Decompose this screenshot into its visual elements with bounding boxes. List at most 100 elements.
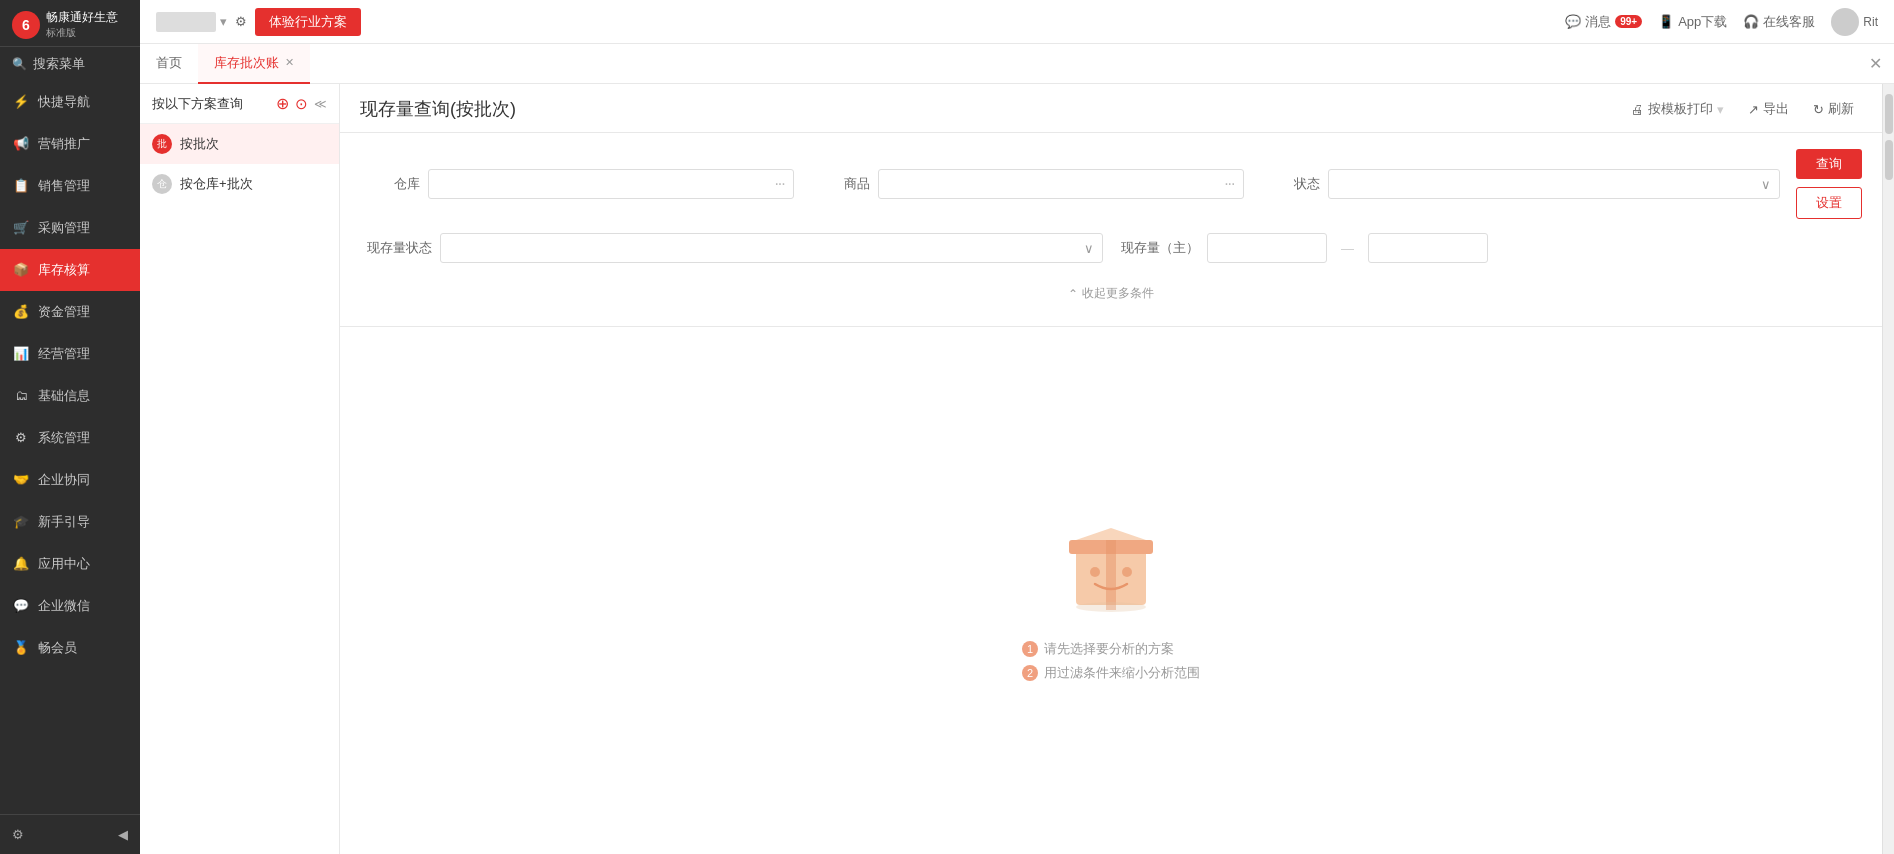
query-btn[interactable]: 查询 (1796, 149, 1862, 179)
member-icon: 🏅 (12, 639, 30, 657)
status-select[interactable]: ∨ (1328, 169, 1781, 199)
sidebar-search[interactable]: 🔍 搜索菜单 (0, 47, 140, 81)
export-icon: ↗ (1748, 102, 1759, 117)
app-download-label: App下载 (1678, 13, 1727, 31)
warehouse-field: 仓库 ··· (360, 169, 794, 199)
collapse-more-btn[interactable]: ⌃ 收起更多条件 (360, 277, 1862, 310)
sidebar-item-member[interactable]: 🏅 畅会员 (0, 627, 140, 669)
user-profile-btn[interactable]: Rit (1831, 8, 1878, 36)
sidebar-item-finance[interactable]: 💰 资金管理 (0, 291, 140, 333)
scheme-by-batch[interactable]: 批 按批次 (140, 124, 339, 164)
tab-inventory-batch[interactable]: 库存批次账 ✕ (198, 44, 310, 84)
finance-icon: 💰 (12, 303, 30, 321)
filter-row-2: 现存量状态 ∨ 现存量（主） — (360, 233, 1862, 263)
main-area: 现存量查询(按批次) 🖨 按模板打印 ▾ ↗ 导出 ↻ (340, 84, 1882, 854)
inventory-qty-field: 现存量（主） — (1119, 233, 1862, 263)
display-settings-btn[interactable]: 设置 (1796, 187, 1862, 219)
app-title-block: 畅康通好生意 标准版 (46, 10, 118, 40)
sidebar-item-label: 基础信息 (38, 387, 90, 405)
sidebar-item-guide[interactable]: 🎓 新手引导 (0, 501, 140, 543)
print-dropdown-icon: ▾ (1717, 102, 1724, 117)
settings-icon[interactable]: ⚙ (12, 827, 24, 842)
sidebar-item-operation[interactable]: 📊 经营管理 (0, 333, 140, 375)
filter-panel-header: 按以下方案查询 ⊕ ⊙ ≪ (140, 84, 339, 124)
sidebar-item-inventory[interactable]: 📦 库存核算 (0, 249, 140, 291)
experience-btn[interactable]: 体验行业方案 (255, 8, 361, 36)
purchase-icon: 🛒 (12, 219, 30, 237)
sidebar: 6 畅康通好生意 标准版 🔍 搜索菜单 ⚡ 快捷导航 📢 营销推广 📋 销售管理 (0, 0, 140, 854)
status-arrow-icon: ∨ (1761, 177, 1771, 192)
phone-icon: 📱 (1658, 14, 1674, 29)
message-label: 消息 (1585, 13, 1611, 31)
status-field: 状态 ∨ (1260, 169, 1781, 199)
topbar-left: ▾ ⚙ 体验行业方案 (156, 8, 361, 36)
sidebar-item-enterprise[interactable]: 🤝 企业协同 (0, 459, 140, 501)
hint1-text: 请先选择要分析的方案 (1044, 640, 1174, 658)
app-download-btn[interactable]: 📱 App下载 (1658, 13, 1727, 31)
inventory-icon: 📦 (12, 261, 30, 279)
export-btn[interactable]: ↗ 导出 (1740, 96, 1797, 122)
topbar-nav-dropdown[interactable]: ▾ (156, 12, 227, 32)
product-input[interactable]: ··· (878, 169, 1244, 199)
sidebar-item-marketing[interactable]: 📢 营销推广 (0, 123, 140, 165)
inventory-status-label: 现存量状态 (360, 239, 432, 257)
collapse-panel-icon[interactable]: ≪ (314, 97, 327, 111)
search-icon: 🔍 (12, 57, 27, 71)
print-btn[interactable]: 🖨 按模板打印 ▾ (1623, 96, 1732, 122)
right-scrollbar[interactable] (1882, 84, 1894, 854)
scheme-settings-icon[interactable]: ⊙ (295, 95, 308, 113)
customer-service-btn[interactable]: 🎧 在线客服 (1743, 13, 1815, 31)
tab-panel-close-icon[interactable]: ✕ (1869, 54, 1882, 73)
collapse-sidebar-icon[interactable]: ◀ (118, 827, 128, 842)
scheme-by-warehouse-batch[interactable]: 仓 按仓库+批次 (140, 164, 339, 204)
add-scheme-btn[interactable]: ⊕ (276, 94, 289, 113)
warehouse-dots: ··· (774, 176, 784, 192)
empty-state: 1 请先选择要分析的方案 2 用过滤条件来缩小分析范围 (340, 327, 1882, 854)
sidebar-item-label: 系统管理 (38, 429, 90, 447)
inventory-status-select[interactable]: ∨ (440, 233, 1103, 263)
tab-home[interactable]: 首页 (140, 44, 198, 84)
app-logo: 6 (12, 11, 40, 39)
hint1-num: 1 (1022, 641, 1038, 657)
refresh-icon: ↻ (1813, 102, 1824, 117)
sidebar-item-wechat[interactable]: 💬 企业微信 (0, 585, 140, 627)
sidebar-header: 6 畅康通好生意 标准版 (0, 0, 140, 47)
sidebar-item-app-center[interactable]: 🔔 应用中心 (0, 543, 140, 585)
sidebar-item-label: 企业协同 (38, 471, 90, 489)
tab-home-label: 首页 (156, 54, 182, 72)
svg-rect-2 (1106, 540, 1116, 610)
message-btn[interactable]: 💬 消息 99+ (1565, 13, 1642, 31)
shortcut-icon: ⚡ (12, 93, 30, 111)
tab-active-label: 库存批次账 (214, 54, 279, 72)
filter-scheme-panel: 按以下方案查询 ⊕ ⊙ ≪ 批 按批次 仓 按仓库+批次 (140, 84, 340, 854)
page-header: 现存量查询(按批次) 🖨 按模板打印 ▾ ↗ 导出 ↻ (340, 84, 1882, 133)
empty-hints: 1 请先选择要分析的方案 2 用过滤条件来缩小分析范围 (1022, 640, 1200, 682)
inventory-qty-to[interactable] (1368, 233, 1488, 263)
sidebar-item-label: 资金管理 (38, 303, 90, 321)
marketing-icon: 📢 (12, 135, 30, 153)
topbar-nav-text (156, 12, 216, 32)
sidebar-item-basic[interactable]: 🗂 基础信息 (0, 375, 140, 417)
message-icon: 💬 (1565, 14, 1581, 29)
sidebar-item-system[interactable]: ⚙ 系统管理 (0, 417, 140, 459)
sidebar-item-sales[interactable]: 📋 销售管理 (0, 165, 140, 207)
warehouse-input[interactable]: ··· (428, 169, 794, 199)
sidebar-item-label: 企业微信 (38, 597, 90, 615)
sidebar-item-shortcut[interactable]: ⚡ 快捷导航 (0, 81, 140, 123)
app-center-icon: 🔔 (12, 555, 30, 573)
topbar-settings-icon[interactable]: ⚙ (235, 14, 247, 29)
refresh-btn[interactable]: ↻ 刷新 (1805, 96, 1862, 122)
chevron-up-icon: ⌃ (1068, 287, 1078, 301)
app-company-name: 畅康通好生意 (46, 10, 118, 26)
svg-point-5 (1122, 567, 1132, 577)
sidebar-item-purchase[interactable]: 🛒 采购管理 (0, 207, 140, 249)
empty-hint-2: 2 用过滤条件来缩小分析范围 (1022, 664, 1200, 682)
tab-close-icon[interactable]: ✕ (285, 56, 294, 69)
tabs-bar: 首页 库存批次账 ✕ ✕ (140, 44, 1894, 84)
inventory-status-arrow-icon: ∨ (1084, 241, 1094, 256)
inventory-qty-from[interactable] (1207, 233, 1327, 263)
user-name: Rit (1863, 15, 1878, 29)
filter-action-buttons: 查询 设置 (1796, 149, 1862, 219)
filter-row-1: 仓库 ··· 商品 ··· (360, 149, 1862, 219)
scheme-batch-label: 按批次 (180, 135, 219, 153)
